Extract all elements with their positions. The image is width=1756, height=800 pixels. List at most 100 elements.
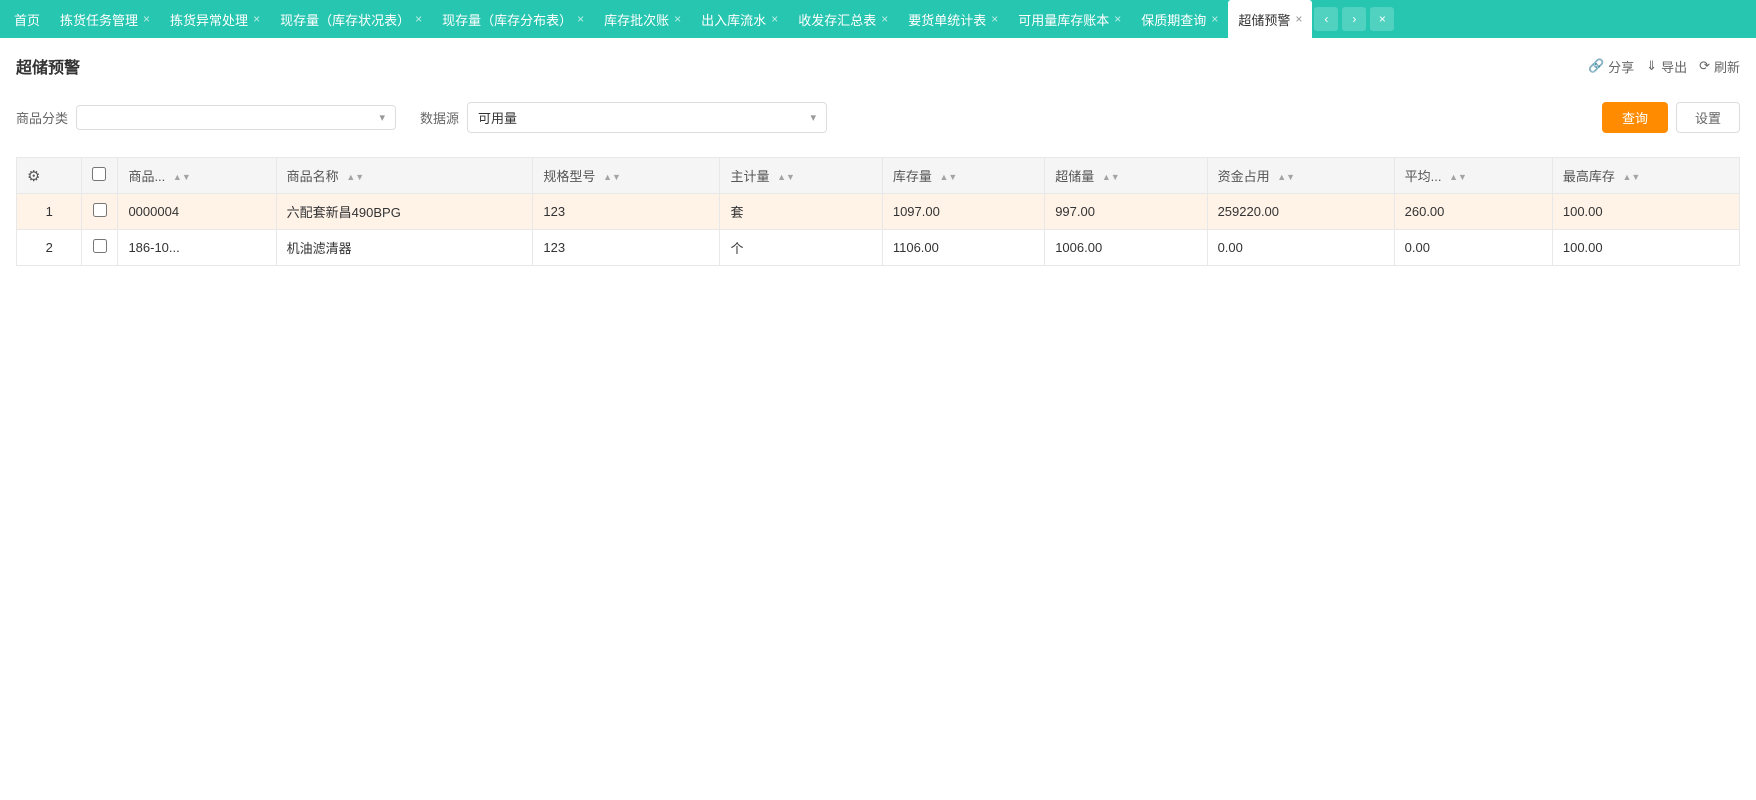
export-button[interactable]: ⇓ 导出 bbox=[1646, 57, 1687, 76]
nav-item-home[interactable]: 首页 bbox=[4, 0, 50, 38]
share-icon: 🔗 bbox=[1588, 58, 1604, 74]
th-checkbox bbox=[82, 158, 118, 194]
datasource-chevron-icon: ▾ bbox=[811, 111, 817, 124]
sort-stock-icon: ▲▼ bbox=[939, 173, 957, 182]
th-unit-label: 主计量 bbox=[730, 169, 769, 184]
th-overstock-label: 超储量 bbox=[1055, 169, 1094, 184]
nav-close-flow[interactable]: × bbox=[771, 12, 778, 26]
cell-checkbox-0[interactable] bbox=[82, 194, 118, 230]
nav-close-batch[interactable]: × bbox=[674, 12, 681, 26]
th-max-stock-label: 最高库存 bbox=[1563, 169, 1615, 184]
table-header: ⚙ 商品... ▲▼ 商品名称 ▲▼ 规格型号 ▲▼ 主计 bbox=[17, 158, 1740, 194]
sort-product-code-icon: ▲▼ bbox=[173, 173, 191, 182]
th-overstock[interactable]: 超储量 ▲▼ bbox=[1045, 158, 1207, 194]
cell-no-0: 1 bbox=[17, 194, 82, 230]
cell-checkbox-1[interactable] bbox=[82, 230, 118, 266]
table-row: 1 0000004 六配套新昌490BPG 123 套 1097.00 997.… bbox=[17, 194, 1740, 230]
nav-item-summary[interactable]: 收发存汇总表 × bbox=[788, 0, 898, 38]
datasource-label: 数据源 bbox=[420, 108, 459, 127]
sort-spec-icon: ▲▼ bbox=[603, 173, 621, 182]
th-avg[interactable]: 平均... ▲▼ bbox=[1394, 158, 1552, 194]
refresh-button[interactable]: ⟳ 刷新 bbox=[1699, 57, 1740, 76]
header-actions: 🔗 分享 ⇓ 导出 ⟳ 刷新 bbox=[1588, 57, 1740, 76]
category-label: 商品分类 bbox=[16, 108, 68, 127]
th-capital-label: 资金占用 bbox=[1218, 169, 1270, 184]
th-max-stock[interactable]: 最高库存 ▲▼ bbox=[1552, 158, 1739, 194]
nav-item-available[interactable]: 可用量库存账本 × bbox=[1008, 0, 1131, 38]
th-unit[interactable]: 主计量 ▲▼ bbox=[720, 158, 882, 194]
nav-close-summary[interactable]: × bbox=[881, 12, 888, 26]
datasource-select[interactable]: 可用量 ▾ bbox=[467, 102, 827, 133]
cell-no-1: 2 bbox=[17, 230, 82, 266]
th-capital[interactable]: 资金占用 ▲▼ bbox=[1207, 158, 1394, 194]
th-stock[interactable]: 库存量 ▲▼ bbox=[882, 158, 1044, 194]
cell-capital-0: 259220.00 bbox=[1207, 194, 1394, 230]
cell-max-stock-0: 100.00 bbox=[1552, 194, 1739, 230]
settings-button[interactable]: 设置 bbox=[1676, 102, 1740, 133]
nav-more-arrow[interactable]: × bbox=[1370, 7, 1394, 31]
cell-avg-0: 260.00 bbox=[1394, 194, 1552, 230]
cell-product-name-1: 机油滤清器 bbox=[276, 230, 533, 266]
cell-product-code-1: 186-10... bbox=[118, 230, 276, 266]
th-product-code-label: 商品... bbox=[128, 169, 165, 184]
th-gear: ⚙ bbox=[17, 158, 82, 194]
nav-close-task[interactable]: × bbox=[143, 12, 150, 26]
nav-item-stock-dist[interactable]: 现存量（库存分布表） × bbox=[432, 0, 594, 38]
th-product-code[interactable]: 商品... ▲▼ bbox=[118, 158, 276, 194]
cell-avg-1: 0.00 bbox=[1394, 230, 1552, 266]
cell-spec-1: 123 bbox=[533, 230, 720, 266]
select-all-checkbox[interactable] bbox=[92, 167, 106, 181]
nav-item-overstock[interactable]: 超储预警 × bbox=[1228, 0, 1312, 38]
cell-overstock-1: 1006.00 bbox=[1045, 230, 1207, 266]
page-header: 超储预警 🔗 分享 ⇓ 导出 ⟳ 刷新 bbox=[16, 54, 1740, 78]
nav-next-arrow[interactable]: › bbox=[1342, 7, 1366, 31]
refresh-icon: ⟳ bbox=[1699, 58, 1710, 74]
nav-item-task[interactable]: 拣货任务管理 × bbox=[50, 0, 160, 38]
nav-close-requisition[interactable]: × bbox=[991, 12, 998, 26]
nav-bar: 首页 拣货任务管理 × 拣货异常处理 × 现存量（库存状况表） × 现存量（库存… bbox=[0, 0, 1756, 38]
category-filter: 商品分类 ▾ bbox=[16, 105, 396, 130]
share-button[interactable]: 🔗 分享 bbox=[1588, 57, 1634, 76]
nav-item-requisition[interactable]: 要货单统计表 × bbox=[898, 0, 1008, 38]
page-content: 超储预警 🔗 分享 ⇓ 导出 ⟳ 刷新 商品分类 ▾ 数据源 bbox=[0, 38, 1756, 800]
nav-close-stock-dist[interactable]: × bbox=[577, 12, 584, 26]
filter-actions: 查询 设置 bbox=[1602, 102, 1740, 133]
row-checkbox-1[interactable] bbox=[93, 239, 107, 253]
cell-max-stock-1: 100.00 bbox=[1552, 230, 1739, 266]
nav-close-overstock[interactable]: × bbox=[1295, 12, 1302, 26]
cell-spec-0: 123 bbox=[533, 194, 720, 230]
cell-overstock-0: 997.00 bbox=[1045, 194, 1207, 230]
category-chevron-icon: ▾ bbox=[379, 111, 385, 124]
table-body: 1 0000004 六配套新昌490BPG 123 套 1097.00 997.… bbox=[17, 194, 1740, 266]
cell-stock-0: 1097.00 bbox=[882, 194, 1044, 230]
cell-capital-1: 0.00 bbox=[1207, 230, 1394, 266]
th-spec[interactable]: 规格型号 ▲▼ bbox=[533, 158, 720, 194]
th-product-name[interactable]: 商品名称 ▲▼ bbox=[276, 158, 533, 194]
th-stock-label: 库存量 bbox=[893, 169, 932, 184]
th-product-name-label: 商品名称 bbox=[287, 169, 339, 184]
nav-close-available[interactable]: × bbox=[1114, 12, 1121, 26]
nav-item-flow[interactable]: 出入库流水 × bbox=[691, 0, 788, 38]
nav-item-expiry[interactable]: 保质期查询 × bbox=[1131, 0, 1228, 38]
sort-avg-icon: ▲▼ bbox=[1449, 173, 1467, 182]
filter-bar: 商品分类 ▾ 数据源 可用量 ▾ 查询 设置 bbox=[16, 94, 1740, 141]
sort-capital-icon: ▲▼ bbox=[1277, 173, 1295, 182]
sort-product-name-icon: ▲▼ bbox=[346, 173, 364, 182]
cell-stock-1: 1106.00 bbox=[882, 230, 1044, 266]
nav-item-stock-status[interactable]: 现存量（库存状况表） × bbox=[270, 0, 432, 38]
nav-item-batch[interactable]: 库存批次账 × bbox=[594, 0, 691, 38]
category-select[interactable]: ▾ bbox=[76, 105, 396, 130]
table-row: 2 186-10... 机油滤清器 123 个 1106.00 1006.00 … bbox=[17, 230, 1740, 266]
row-checkbox-0[interactable] bbox=[93, 203, 107, 217]
datasource-value: 可用量 bbox=[478, 108, 517, 127]
nav-close-stock-status[interactable]: × bbox=[415, 12, 422, 26]
query-button[interactable]: 查询 bbox=[1602, 102, 1668, 133]
nav-prev-arrow[interactable]: ‹ bbox=[1314, 7, 1338, 31]
datasource-filter: 数据源 可用量 ▾ bbox=[420, 102, 827, 133]
sort-max-stock-icon: ▲▼ bbox=[1623, 173, 1641, 182]
nav-close-expiry[interactable]: × bbox=[1211, 12, 1218, 26]
nav-close-exception[interactable]: × bbox=[253, 12, 260, 26]
nav-item-exception[interactable]: 拣货异常处理 × bbox=[160, 0, 270, 38]
cell-product-code-0: 0000004 bbox=[118, 194, 276, 230]
gear-icon[interactable]: ⚙ bbox=[27, 168, 40, 185]
